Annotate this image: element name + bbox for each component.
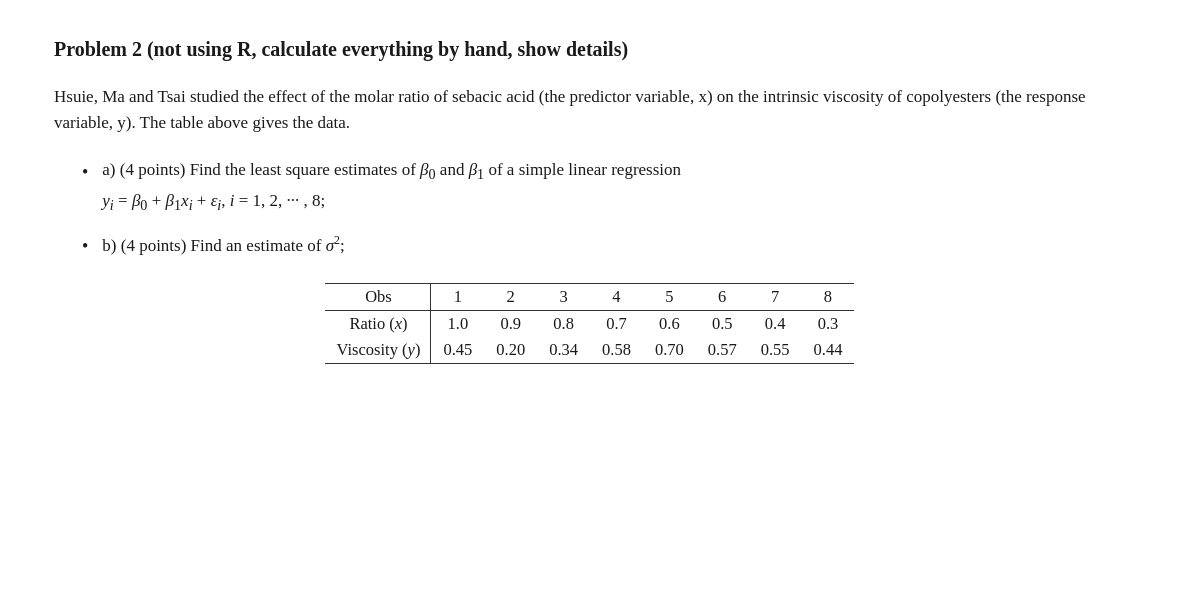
ratio-5: 0.6 [643, 311, 696, 338]
viscosity-5: 0.70 [643, 337, 696, 364]
viscosity-7: 0.55 [749, 337, 802, 364]
viscosity-6: 0.57 [696, 337, 749, 364]
col-header-2: 2 [484, 284, 537, 311]
col-header-obs: Obs [325, 284, 431, 311]
problem-title: Problem 2 (not using R, calculate everyt… [54, 36, 1125, 62]
viscosity-2: 0.20 [484, 337, 537, 364]
bullet-dot-b: • [82, 233, 88, 261]
ratio-7: 0.4 [749, 311, 802, 338]
ratio-row-label: Ratio (x) [325, 311, 431, 338]
part-a-content: a) (4 points) Find the least square esti… [102, 157, 1125, 218]
parts-list: • a) (4 points) Find the least square es… [82, 157, 1125, 262]
viscosity-row: Viscosity (y) 0.45 0.20 0.34 0.58 0.70 0… [325, 337, 855, 364]
col-header-3: 3 [537, 284, 590, 311]
part-a-item: • a) (4 points) Find the least square es… [82, 157, 1125, 218]
table-wrapper: Obs 1 2 3 4 5 6 7 8 Ratio (x) 1.0 0.9 0.… [54, 283, 1125, 364]
viscosity-3: 0.34 [537, 337, 590, 364]
data-table: Obs 1 2 3 4 5 6 7 8 Ratio (x) 1.0 0.9 0.… [325, 283, 855, 364]
part-b-item: • b) (4 points) Find an estimate of σ2; [82, 231, 1125, 261]
part-a-equation: yi = β0 + β1xi + εi, i = 1, 2, ··· , 8; [102, 188, 1125, 217]
col-header-5: 5 [643, 284, 696, 311]
part-a-label: a) (4 points) Find the least square esti… [102, 160, 681, 179]
ratio-4: 0.7 [590, 311, 643, 338]
col-header-7: 7 [749, 284, 802, 311]
col-header-4: 4 [590, 284, 643, 311]
bullet-dot-a: • [82, 159, 88, 187]
part-b-label: b) (4 points) Find an estimate of σ2; [102, 236, 344, 255]
viscosity-4: 0.58 [590, 337, 643, 364]
viscosity-row-label: Viscosity (y) [325, 337, 431, 364]
ratio-8: 0.3 [802, 311, 855, 338]
table-header-row: Obs 1 2 3 4 5 6 7 8 [325, 284, 855, 311]
ratio-2: 0.9 [484, 311, 537, 338]
ratio-6: 0.5 [696, 311, 749, 338]
ratio-3: 0.8 [537, 311, 590, 338]
viscosity-8: 0.44 [802, 337, 855, 364]
viscosity-1: 0.45 [431, 337, 484, 364]
col-header-6: 6 [696, 284, 749, 311]
col-header-8: 8 [802, 284, 855, 311]
page-container: Problem 2 (not using R, calculate everyt… [54, 36, 1125, 364]
col-header-1: 1 [431, 284, 484, 311]
part-b-content: b) (4 points) Find an estimate of σ2; [102, 231, 1125, 259]
ratio-1: 1.0 [431, 311, 484, 338]
intro-paragraph: Hsuie, Ma and Tsai studied the effect of… [54, 84, 1125, 137]
ratio-row: Ratio (x) 1.0 0.9 0.8 0.7 0.6 0.5 0.4 0.… [325, 311, 855, 338]
